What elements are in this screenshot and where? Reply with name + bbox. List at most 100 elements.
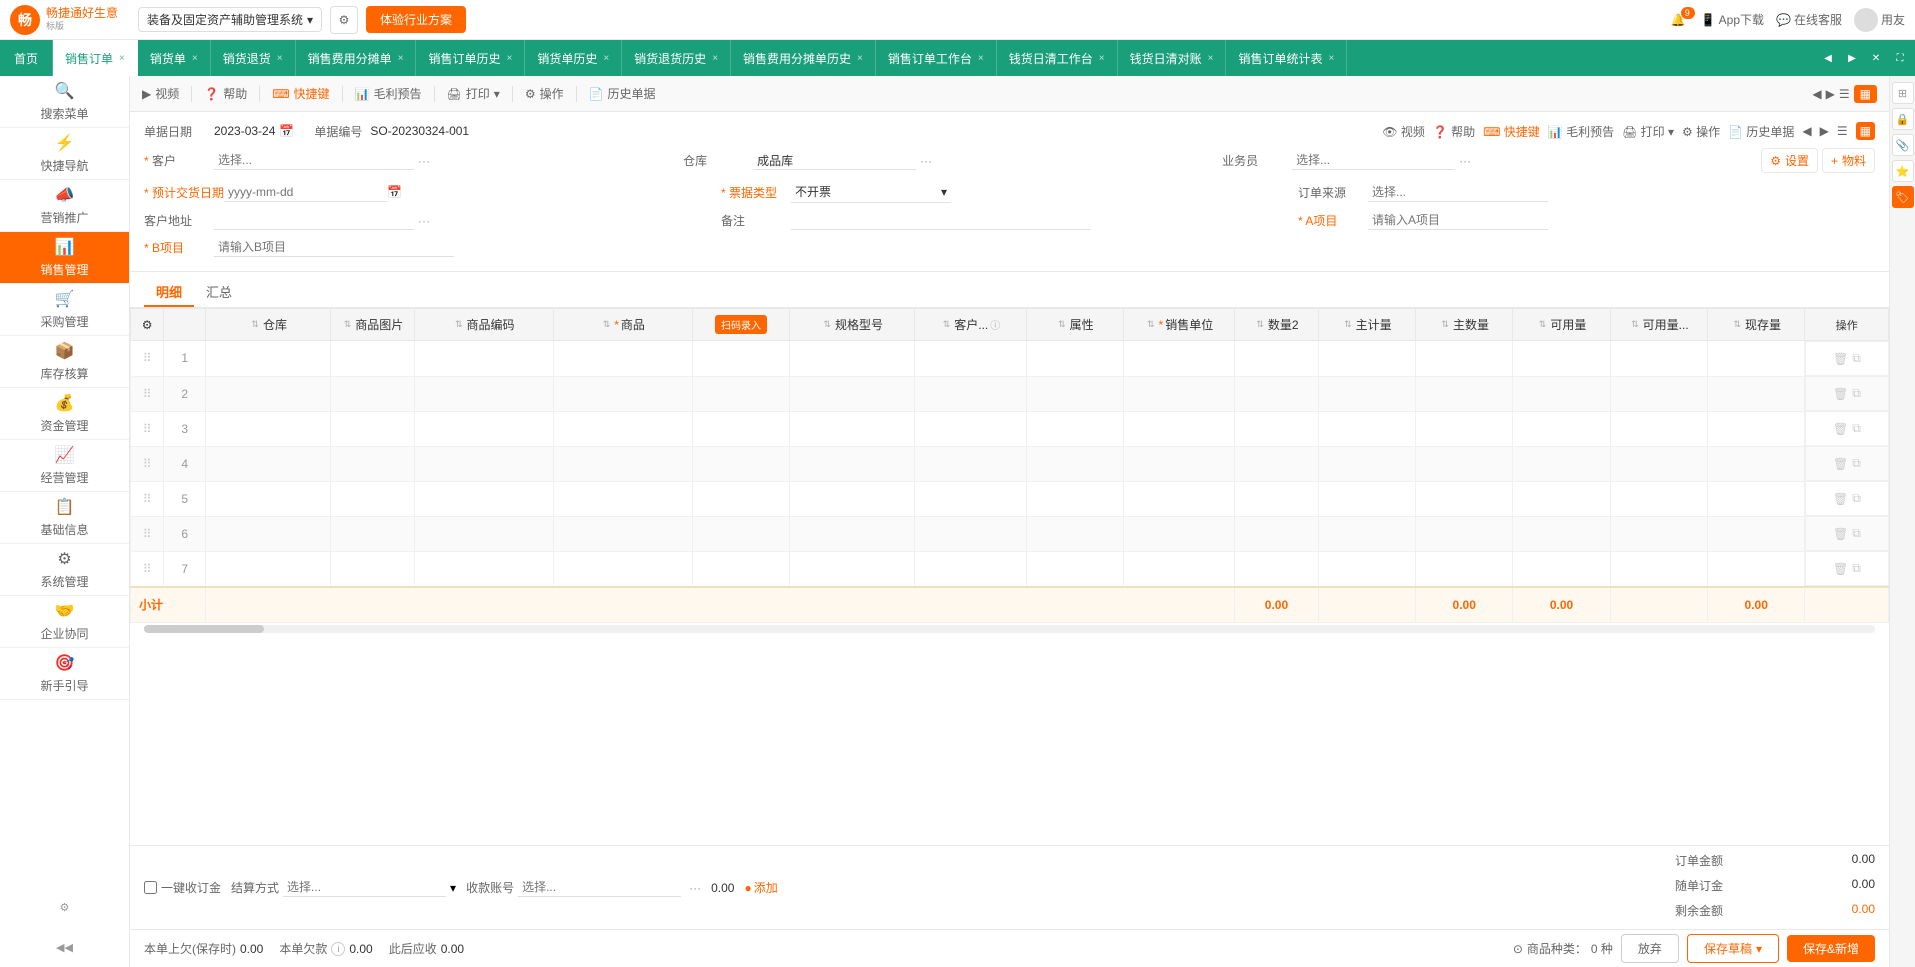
row-spec-6[interactable]	[790, 516, 915, 551]
delivery-calendar-icon[interactable]: 📅	[387, 185, 402, 199]
row-product-6[interactable]	[553, 516, 692, 551]
row-customer-code-5[interactable]	[915, 481, 1026, 516]
history-icon2[interactable]: 📄 历史单据	[1728, 123, 1794, 140]
form-nav-prev[interactable]: ◀	[1802, 124, 1811, 138]
row-warehouse-3[interactable]	[206, 411, 331, 446]
row-customer-code-7[interactable]	[915, 551, 1026, 587]
row-warehouse-4[interactable]	[206, 446, 331, 481]
tab-cash-goods-workbench[interactable]: 钱货日清工作台 ×	[997, 40, 1118, 76]
row-drag-4[interactable]: ⠿	[131, 446, 164, 481]
toolbar-help[interactable]: ❓ 帮助	[204, 85, 247, 102]
row-copy-3[interactable]: ⧉	[1852, 421, 1861, 436]
tab-sales-return-hist[interactable]: 销货退货历史 ×	[622, 40, 731, 76]
row-code-7[interactable]	[414, 551, 553, 587]
row-unit-6[interactable]	[1123, 516, 1234, 551]
sidebar-item-marketing[interactable]: 📣 营销推广	[0, 180, 129, 232]
tab-sales-return[interactable]: 销货退货 ×	[211, 40, 296, 76]
row-unit-1[interactable]	[1123, 341, 1234, 377]
row-warehouse-5[interactable]	[206, 481, 331, 516]
row-spec-4[interactable]	[790, 446, 915, 481]
toolbar-list-view[interactable]: ☰	[1839, 87, 1850, 101]
print-icon2[interactable]: 🖨 打印 ▾	[1622, 123, 1674, 140]
drag-settings-icon[interactable]: ⚙	[142, 318, 153, 332]
row-qty2-5[interactable]	[1235, 481, 1318, 516]
customer-input[interactable]	[214, 151, 414, 170]
toolbar-grid-view[interactable]: ▦	[1854, 85, 1877, 103]
row-copy-1[interactable]: ⧉	[1852, 351, 1861, 366]
th-avail[interactable]: ⇅可用量	[1513, 309, 1610, 341]
th-main-qty[interactable]: ⇅主数量	[1416, 309, 1513, 341]
sidebar-item-inventory[interactable]: 📦 库存核算	[0, 336, 129, 388]
row-spec-3[interactable]	[790, 411, 915, 446]
invoice-select[interactable]: 不开票 ▾	[791, 181, 951, 203]
row-drag-3[interactable]: ⠿	[131, 411, 164, 446]
sidebar-item-search[interactable]: 🔍 搜索菜单	[0, 76, 129, 128]
solution-button[interactable]: 体验行业方案	[366, 6, 466, 33]
row-attr-4[interactable]	[1026, 446, 1123, 481]
row-product-2[interactable]	[553, 376, 692, 411]
row-spec-5[interactable]	[790, 481, 915, 516]
row-customer-code-6[interactable]	[915, 516, 1026, 551]
row-delete-4[interactable]: 🗑	[1833, 457, 1848, 471]
nav-prev-arrow[interactable]: ◀	[1817, 47, 1839, 69]
scan-btn[interactable]: 扫码录入	[715, 315, 767, 334]
row-unit-5[interactable]	[1123, 481, 1234, 516]
row-delete-2[interactable]: 🗑	[1833, 387, 1848, 401]
sidebar-item-system[interactable]: ⚙ 系统管理	[0, 544, 129, 596]
one-click-check[interactable]	[144, 881, 157, 894]
nav-next-arrow[interactable]: ▶	[1841, 47, 1863, 69]
row-main-qty-6[interactable]	[1416, 516, 1513, 551]
row-product-4[interactable]	[553, 446, 692, 481]
row-copy-5[interactable]: ⧉	[1852, 491, 1861, 506]
row-unit-4[interactable]	[1123, 446, 1234, 481]
row-main-qty-3[interactable]	[1416, 411, 1513, 446]
row-copy-2[interactable]: ⧉	[1852, 386, 1861, 401]
customer-dots[interactable]: ···	[418, 154, 430, 168]
row-customer-code-4[interactable]	[915, 446, 1026, 481]
address-dots[interactable]: ···	[418, 214, 430, 228]
notification-bell[interactable]: 🔔9	[1671, 13, 1689, 27]
help-icon2[interactable]: ❓ 帮助	[1433, 123, 1475, 140]
shortcut-icon[interactable]: ⌨ 快捷键	[1483, 123, 1540, 140]
sidebar-item-guide[interactable]: 🎯 新手引导	[0, 648, 129, 700]
row-main-qty-2[interactable]	[1416, 376, 1513, 411]
row-spec-1[interactable]	[790, 341, 915, 377]
row-drag-7[interactable]: ⠿	[131, 551, 164, 587]
row-delete-6[interactable]: 🗑	[1833, 527, 1848, 541]
sidebar-item-finance[interactable]: 💰 资金管理	[0, 388, 129, 440]
settings-icon[interactable]: ⚙	[330, 6, 358, 34]
row-qty2-1[interactable]	[1235, 341, 1318, 377]
th-spec[interactable]: ⇅规格型号	[790, 309, 915, 341]
row-drag-2[interactable]: ⠿	[131, 376, 164, 411]
row-warehouse-1[interactable]	[206, 341, 331, 377]
user-menu[interactable]: 用友	[1854, 8, 1905, 32]
save-new-button[interactable]: 保存&新增	[1787, 935, 1875, 962]
toolbar-shortcut[interactable]: ⌨ 快捷键	[272, 85, 329, 102]
tab-home[interactable]: 首页	[0, 40, 53, 76]
tab-summary[interactable]: 汇总	[194, 278, 244, 307]
right-panel-icon-1[interactable]: ⊞	[1892, 82, 1914, 104]
row-copy-6[interactable]: ⧉	[1852, 526, 1861, 541]
one-click-checkbox[interactable]: 一键收订金	[144, 879, 221, 896]
hscroll-thumb[interactable]	[144, 625, 264, 633]
row-code-1[interactable]	[414, 341, 553, 377]
draft-dropdown-icon[interactable]: ▾	[1756, 942, 1762, 956]
row-qty2-4[interactable]	[1235, 446, 1318, 481]
row-warehouse-6[interactable]	[206, 516, 331, 551]
account-dots[interactable]: ···	[689, 881, 701, 895]
row-warehouse-2[interactable]	[206, 376, 331, 411]
discard-button[interactable]: 放弃	[1621, 934, 1679, 963]
sidebar-collapse-btn[interactable]: ◀◀	[0, 927, 129, 967]
sidebar-item-management[interactable]: 📈 经营管理	[0, 440, 129, 492]
tab-sales-goods[interactable]: 销货单 ×	[138, 40, 211, 76]
row-main-qty-7[interactable]	[1416, 551, 1513, 587]
toolbar-ops[interactable]: ⚙ 操作	[525, 85, 564, 102]
nav-fullscreen[interactable]: ⛶	[1889, 47, 1911, 69]
right-panel-icon-2[interactable]: 🔒	[1892, 108, 1914, 130]
online-service-link[interactable]: 💬 在线客服	[1776, 11, 1842, 28]
row-drag-6[interactable]: ⠿	[131, 516, 164, 551]
toolbar-print[interactable]: 🖨 打印 ▾	[447, 85, 500, 102]
settings-float-btn[interactable]: ⚙ 设置	[1761, 148, 1818, 173]
row-code-2[interactable]	[414, 376, 553, 411]
row-unit-7[interactable]	[1123, 551, 1234, 587]
